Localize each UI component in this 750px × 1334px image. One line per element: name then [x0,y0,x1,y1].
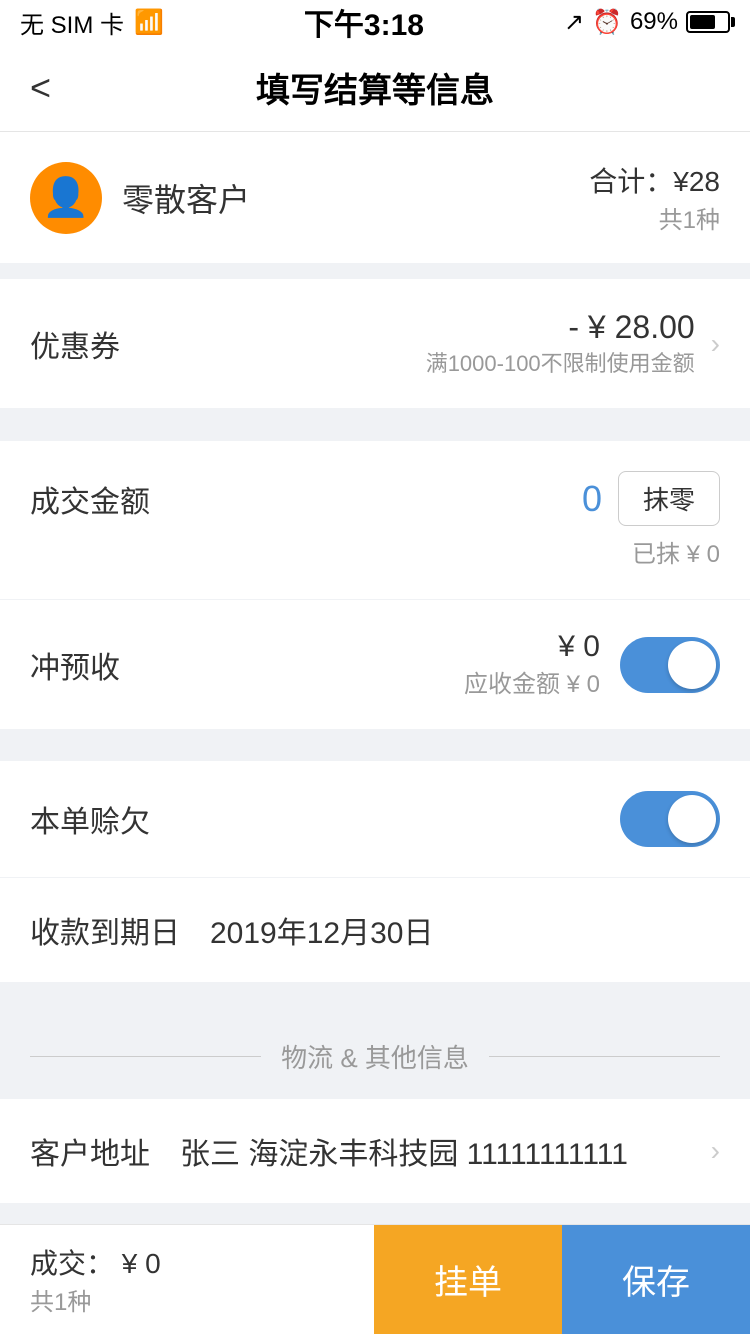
coupon-info: - ¥ 28.00 满1000-100不限制使用金额 [426,309,695,378]
prepay-section: 冲预收 ¥ 0 应收金额 ¥ 0 [0,599,750,729]
avatar-icon: 👤 [42,176,89,220]
bottom-transaction-value: ¥ 0 [122,1248,161,1279]
customer-total: 合计：¥28 共1种 [589,160,720,235]
time-display: 下午3:18 [304,0,424,44]
round-button[interactable]: 抹零 [618,471,720,526]
bottom-transaction-label: 成交： [30,1248,114,1279]
prepay-amount: ¥ 0 [464,630,600,664]
hang-button[interactable]: 挂单 [374,1225,562,1334]
address-card[interactable]: 客户地址 张三 海淀永丰科技园 11111111111 › [0,1099,750,1203]
transaction-label: 成交金额 [30,477,150,521]
status-right: ↗ ⏰ 69% [564,8,730,37]
due-date-value[interactable]: 2019年12月30日 [210,908,433,952]
bottom-count: 共1种 [30,1282,344,1317]
debt-toggle[interactable] [620,791,720,847]
status-bar: 无 SIM 卡 📶 下午3:18 ↗ ⏰ 69% [0,0,750,44]
prepay-toggle[interactable] [620,637,720,693]
location-icon: ↗ [564,8,584,37]
customer-card: 👤 零散客户 合计：¥28 共1种 [0,132,750,263]
status-left: 无 SIM 卡 📶 [20,5,164,40]
logistics-header: 物流 & 其他信息 [0,1014,750,1099]
customer-avatar: 👤 [30,162,102,234]
toggle-knob [668,641,716,689]
save-button[interactable]: 保存 [562,1225,750,1334]
debt-label: 本单赊欠 [30,797,150,841]
alarm-icon: ⏰ [592,8,622,37]
total-amount: 合计：¥28 [589,160,720,200]
customer-info: 👤 零散客户 [30,162,250,234]
address-content: 客户地址 张三 海淀永丰科技园 11111111111 [30,1129,628,1173]
chevron-right-icon: › [711,328,720,360]
bottom-bar: 成交： ¥ 0 共1种 挂单 保存 [0,1224,750,1334]
customer-row: 👤 零散客户 合计：¥28 共1种 [0,132,750,263]
due-date-label: 收款到期日 [30,908,180,952]
address-chevron-icon: › [711,1135,720,1167]
address-label: 客户地址 [30,1129,150,1173]
line-left [30,1056,261,1057]
transaction-section: 成交金额 0 抹零 已抹 ¥ 0 [0,441,750,599]
coupon-row[interactable]: 优惠券 - ¥ 28.00 满1000-100不限制使用金额 › [0,279,750,409]
transaction-card: 成交金额 0 抹零 已抹 ¥ 0 冲预收 ¥ 0 应收金额 ¥ 0 [0,441,750,729]
carrier-text: 无 SIM 卡 [20,5,124,40]
prepay-right: ¥ 0 应收金额 ¥ 0 [464,630,720,699]
customer-name: 零散客户 [122,175,250,221]
bottom-transaction: 成交： ¥ 0 [30,1242,344,1282]
prepay-label: 冲预收 [30,643,120,687]
back-button[interactable]: < [30,67,51,109]
address-section[interactable]: 客户地址 张三 海淀永丰科技园 11111111111 › [0,1099,750,1203]
due-date-section: 收款到期日 2019年12月30日 [0,877,750,982]
debt-toggle-knob [668,795,716,843]
transaction-value[interactable]: 0 [582,478,602,520]
nav-bar: < 填写结算等信息 [0,44,750,132]
battery-percent: 69% [630,8,678,36]
already-rounded: 已抹 ¥ 0 [30,534,720,569]
receivable-amount: 应收金额 ¥ 0 [464,664,600,699]
coupon-card[interactable]: 优惠券 - ¥ 28.00 满1000-100不限制使用金额 › [0,279,750,409]
logistics-label: 物流 & 其他信息 [281,1038,469,1075]
coupon-note: 满1000-100不限制使用金额 [426,346,695,378]
debt-card: 本单赊欠 收款到期日 2019年12月30日 [0,761,750,982]
divider-2 [0,745,750,761]
coupon-right: - ¥ 28.00 满1000-100不限制使用金额 › [426,309,720,378]
transaction-right: 0 抹零 [582,471,720,526]
coupon-value: - ¥ 28.00 [426,309,695,346]
bottom-summary: 成交： ¥ 0 共1种 [0,1242,374,1317]
line-right [489,1056,720,1057]
divider-3 [0,998,750,1014]
due-date-content: 收款到期日 2019年12月30日 [30,908,720,952]
content-area: 👤 零散客户 合计：¥28 共1种 优惠券 - ¥ 28.00 满1000-10… [0,132,750,1329]
coupon-label: 优惠券 [30,322,120,366]
page-title: 填写结算等信息 [256,63,494,112]
battery-icon [686,11,730,33]
transaction-top: 成交金额 0 抹零 [30,471,720,526]
wifi-icon: 📶 [134,8,164,37]
debt-section: 本单赊欠 [0,761,750,877]
total-count: 共1种 [589,200,720,235]
prepay-values: ¥ 0 应收金额 ¥ 0 [464,630,600,699]
divider-1 [0,425,750,441]
address-value: 张三 海淀永丰科技园 11111111111 [180,1129,628,1173]
